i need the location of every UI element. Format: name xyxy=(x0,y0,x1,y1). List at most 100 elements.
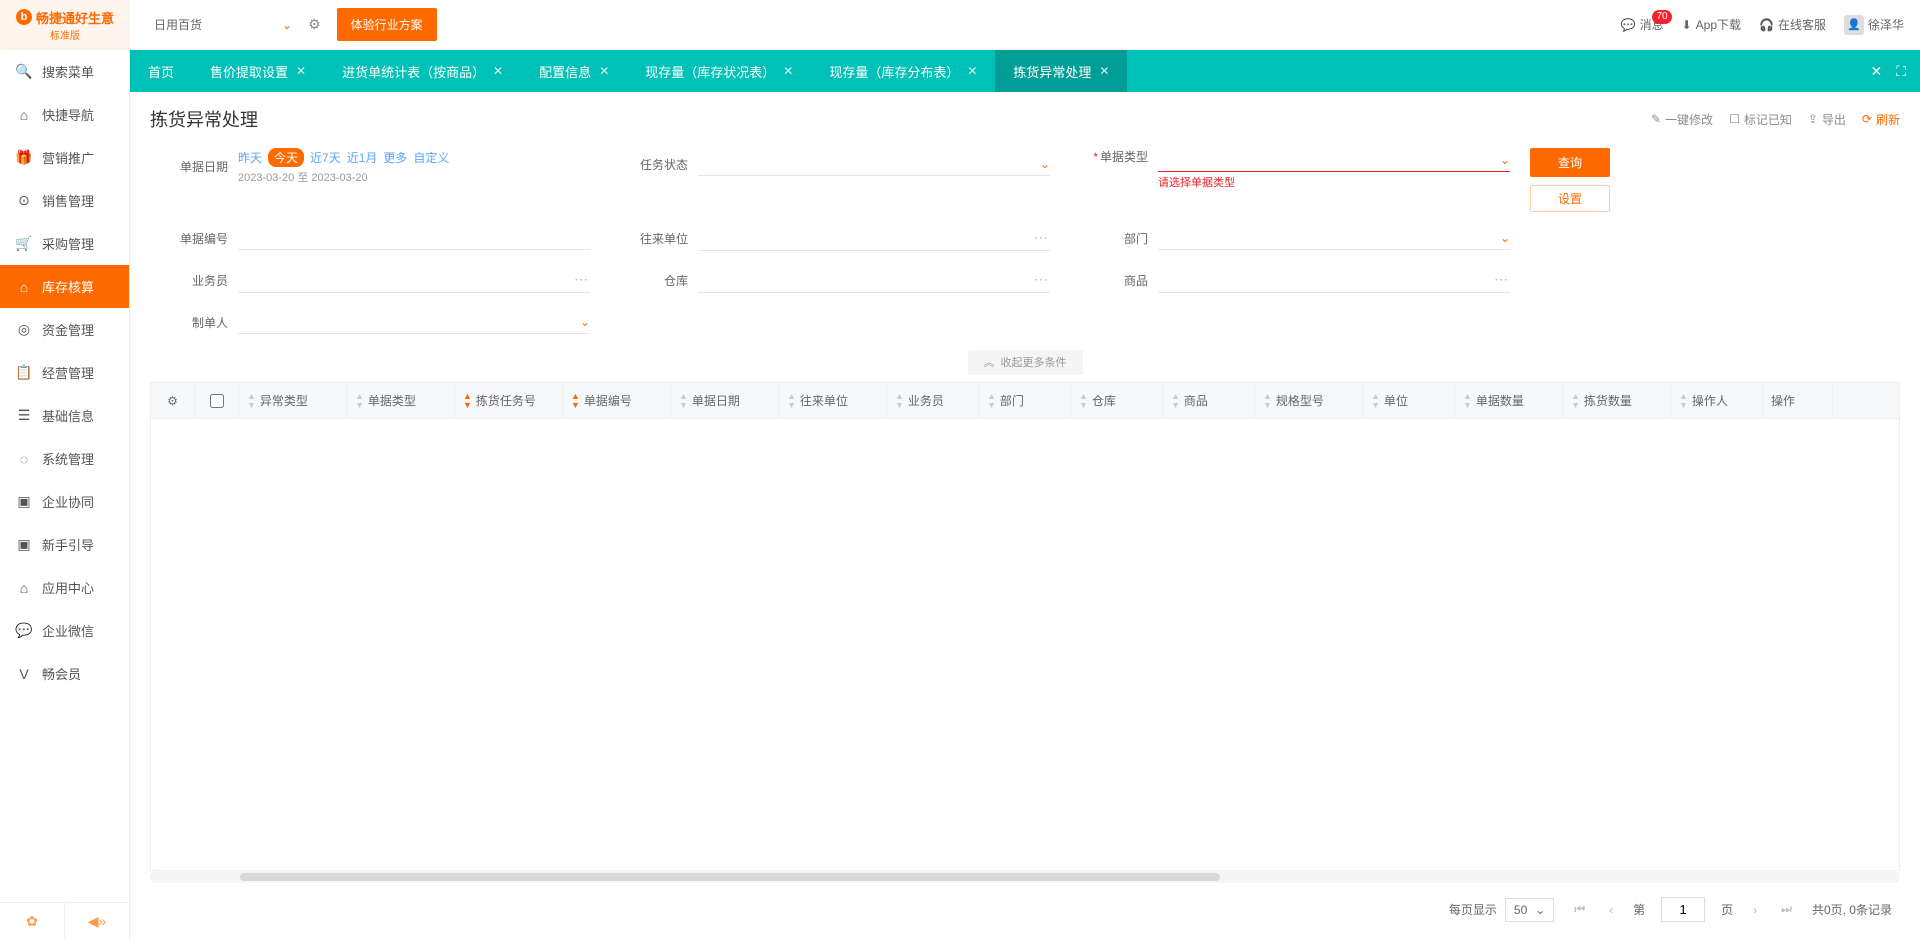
prev-page-button[interactable]: ‹ xyxy=(1605,903,1617,917)
close-icon[interactable]: ✕ xyxy=(493,64,503,78)
sidebar-item-4[interactable]: 🛒采购管理 xyxy=(0,222,129,265)
download-icon: ⬇ xyxy=(1682,18,1692,32)
sidebar-item-5[interactable]: ⌂库存核算 xyxy=(0,265,129,308)
sidebar-item-7[interactable]: 📋经营管理 xyxy=(0,351,129,394)
table-header-cell[interactable]: ▲▼往来单位 xyxy=(779,383,887,418)
gear-icon[interactable]: ⚙ xyxy=(308,16,321,33)
table-body-empty xyxy=(151,419,1899,870)
sidebar-collapse-icon[interactable]: ◀» xyxy=(64,903,129,940)
sidebar-item-8[interactable]: ☰基础信息 xyxy=(0,394,129,437)
product-picker[interactable]: ⋯ xyxy=(1158,267,1510,293)
close-icon[interactable]: ✕ xyxy=(599,64,609,78)
settings-button[interactable]: 设置 xyxy=(1530,185,1610,212)
sidebar-item-9[interactable]: ◌系统管理 xyxy=(0,437,129,480)
date-pill[interactable]: 近1月 xyxy=(347,149,378,166)
sidebar-item-10[interactable]: ▣企业协同 xyxy=(0,480,129,523)
date-pill[interactable]: 近7天 xyxy=(310,149,341,166)
query-button[interactable]: 查询 xyxy=(1530,148,1610,177)
table-header-cell[interactable]: ▲▼业务员 xyxy=(887,383,979,418)
table-header-cell[interactable]: ▲▼商品 xyxy=(1163,383,1255,418)
sidebar-item-2[interactable]: 🎁营销推广 xyxy=(0,136,129,179)
task-status-select[interactable]: ⌄ xyxy=(698,152,1050,176)
sidebar-item-13[interactable]: 💬企业微信 xyxy=(0,609,129,652)
tab-bar: 首页售价提取设置✕进货单统计表（按商品）✕配置信息✕现存量（库存状况表）✕现存量… xyxy=(130,50,1920,92)
warehouse-picker[interactable]: ⋯ xyxy=(698,267,1050,293)
mark-read-button[interactable]: ☐标记已知 xyxy=(1729,111,1792,128)
bill-no-input[interactable] xyxy=(238,226,590,250)
salesman-picker[interactable]: ⋯ xyxy=(238,267,590,293)
date-pill[interactable]: 更多 xyxy=(383,149,407,166)
page-header: 拣货异常处理 ✎一键修改 ☐标记已知 ⇪导出 ⟳刷新 xyxy=(130,92,1920,140)
first-page-button[interactable]: ⏮ xyxy=(1570,902,1589,917)
table-header-cell[interactable]: ▲▼单位 xyxy=(1363,383,1455,418)
sidebar-item-12[interactable]: ⌂应用中心 xyxy=(0,566,129,609)
horizontal-scrollbar[interactable] xyxy=(150,871,1900,883)
table-header-cell[interactable]: ▲▼规格型号 xyxy=(1255,383,1363,418)
fullscreen-icon[interactable]: ⛶ xyxy=(1896,63,1906,80)
sidebar-item-11[interactable]: ▣新手引导 xyxy=(0,523,129,566)
sidebar-item-6[interactable]: ◎资金管理 xyxy=(0,308,129,351)
sidebar-settings-icon[interactable]: ✿ xyxy=(0,903,64,940)
messages-button[interactable]: 💬 消息 70 xyxy=(1621,16,1664,33)
close-icon[interactable]: ✕ xyxy=(296,64,306,78)
page-input[interactable] xyxy=(1661,897,1705,922)
export-button[interactable]: ⇪导出 xyxy=(1808,111,1846,128)
date-pill[interactable]: 自定义 xyxy=(413,149,449,166)
partner-picker[interactable]: ⋯ xyxy=(698,225,1050,251)
th-label: 部门 xyxy=(1000,392,1024,409)
table-header-cell[interactable]: ▲▼单据编号 xyxy=(563,383,671,418)
more-icon: ⋯ xyxy=(1034,229,1050,246)
last-page-button[interactable]: ⏭ xyxy=(1777,902,1796,917)
filter-label: 商品 xyxy=(1070,272,1148,289)
dept-select[interactable]: ⌄ xyxy=(1158,226,1510,250)
try-solution-button[interactable]: 体验行业方案 xyxy=(337,8,437,41)
batch-edit-button[interactable]: ✎一键修改 xyxy=(1651,111,1713,128)
sidebar-item-0[interactable]: 🔍搜索菜单 xyxy=(0,50,129,93)
table-header-cell[interactable]: ▲▼仓库 xyxy=(1071,383,1163,418)
sidebar-item-14[interactable]: V畅会员 xyxy=(0,652,129,695)
filter-label: 单据日期 xyxy=(150,158,228,175)
table-header-cell[interactable]: ▲▼异常类型 xyxy=(239,383,347,418)
tab-3[interactable]: 配置信息✕ xyxy=(521,50,627,92)
table-header-cell[interactable]: ▲▼拣货数量 xyxy=(1563,383,1671,418)
sidebar-item-3[interactable]: ⊙销售管理 xyxy=(0,179,129,222)
select-all-checkbox[interactable] xyxy=(195,383,239,418)
table-header-cell[interactable]: ▲▼操作人 xyxy=(1671,383,1763,418)
close-all-tabs-icon[interactable]: ✕ xyxy=(1870,63,1882,80)
sort-icon: ▲▼ xyxy=(355,392,364,410)
sidebar-item-icon: ▣ xyxy=(16,494,32,510)
brand-title: 畅捷通好生意 xyxy=(36,8,114,27)
tab-1[interactable]: 售价提取设置✕ xyxy=(192,50,324,92)
org-selector[interactable]: 日用百货 ⌄ xyxy=(154,16,292,33)
sidebar-item-1[interactable]: ⌂快捷导航 xyxy=(0,93,129,136)
table-header-cell[interactable]: ▲▼单据日期 xyxy=(671,383,779,418)
scrollbar-thumb[interactable] xyxy=(240,873,1220,881)
collapse-filters-button[interactable]: ︽ 收起更多条件 xyxy=(968,350,1083,374)
page-size-select[interactable]: 50 ⌄ xyxy=(1505,898,1554,922)
date-pill[interactable]: 今天 xyxy=(268,148,304,167)
sidebar-item-label: 资金管理 xyxy=(42,320,94,339)
table-header-cell[interactable]: ▲▼拣货任务号 xyxy=(455,383,563,418)
user-menu[interactable]: 👤 徐泽华 xyxy=(1844,15,1904,35)
online-service-button[interactable]: 🎧 在线客服 xyxy=(1759,16,1826,33)
creator-select[interactable]: ⌄ xyxy=(238,310,590,334)
date-pill[interactable]: 昨天 xyxy=(238,149,262,166)
refresh-button[interactable]: ⟳刷新 xyxy=(1862,111,1900,128)
next-page-button[interactable]: › xyxy=(1749,903,1761,917)
pagination: 每页显示 50 ⌄ ⏮ ‹ 第 页 › ⏭ 共0页, 0条记录 xyxy=(130,887,1920,940)
table-header-cell[interactable]: ▲▼部门 xyxy=(979,383,1071,418)
app-download-button[interactable]: ⬇ App下载 xyxy=(1682,16,1741,33)
close-icon[interactable]: ✕ xyxy=(967,64,977,78)
tab-4[interactable]: 现存量（库存状况表）✕ xyxy=(627,50,811,92)
table-header-cell[interactable]: ▲▼单据类型 xyxy=(347,383,455,418)
bill-type-select[interactable]: ⌄ xyxy=(1158,148,1510,172)
table-header-cell[interactable]: ▲▼单据数量 xyxy=(1455,383,1563,418)
table-settings-icon[interactable]: ⚙ xyxy=(151,383,195,418)
close-icon[interactable]: ✕ xyxy=(1099,64,1109,78)
close-icon[interactable]: ✕ xyxy=(783,64,793,78)
tab-5[interactable]: 现存量（库存分布表）✕ xyxy=(811,50,995,92)
tab-6[interactable]: 拣货异常处理✕ xyxy=(995,50,1127,92)
tab-2[interactable]: 进货单统计表（按商品）✕ xyxy=(324,50,521,92)
filter-label: *单据类型 xyxy=(1070,148,1148,165)
tab-0[interactable]: 首页 xyxy=(130,50,192,92)
